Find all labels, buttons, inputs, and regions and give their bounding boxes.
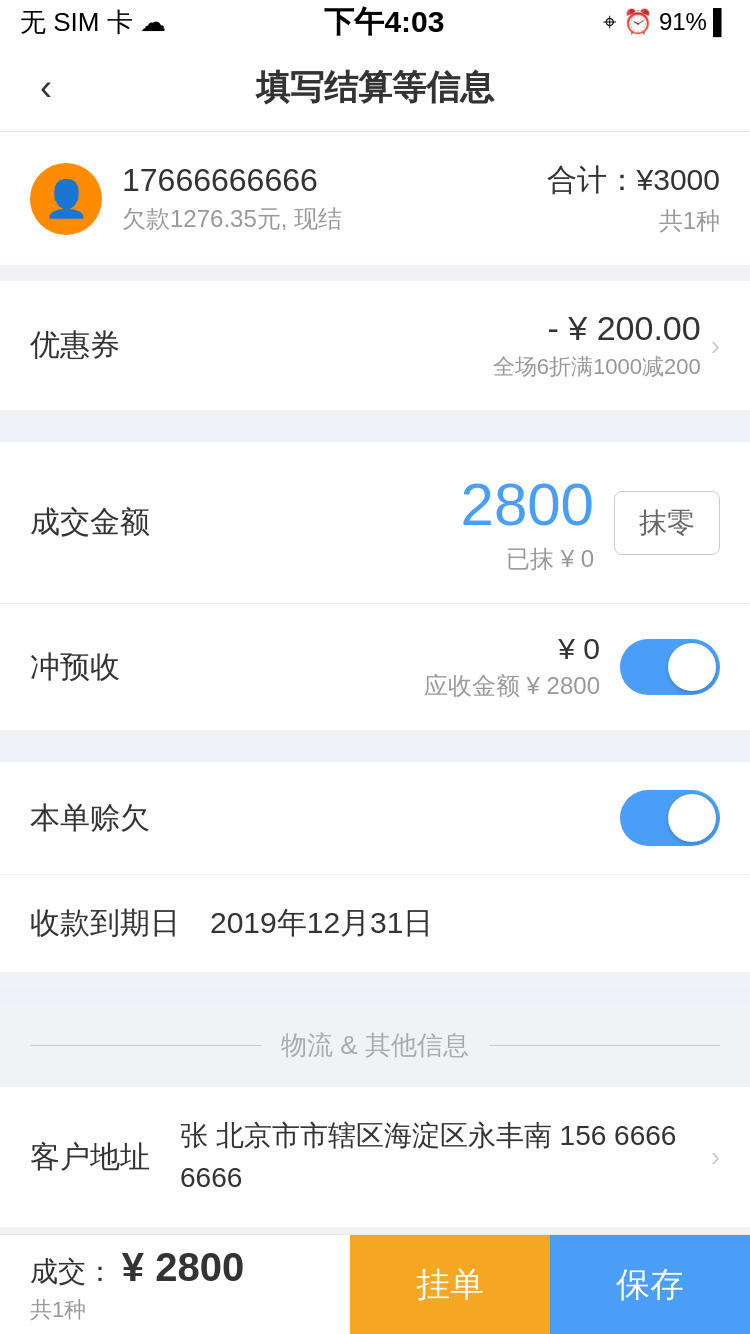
coupon-discount: - ¥ 200.00 — [493, 309, 701, 348]
logistics-separator: 物流 & 其他信息 — [0, 1004, 750, 1087]
section-divider-1 — [0, 426, 750, 442]
coupon-value: - ¥ 200.00 全场6折满1000减200 — [493, 309, 701, 382]
due-date-label: 收款到期日 2019年12月31日 — [30, 903, 433, 944]
content: 👤 17666666666 欠款1276.35元, 现结 合计：¥3000 共1… — [0, 132, 750, 1334]
nav-bar: ‹ 填写结算等信息 — [0, 44, 750, 132]
bottom-deal-label: 成交： — [30, 1256, 114, 1287]
deal-amount-sub: 已抹 ¥ 0 — [461, 543, 594, 575]
deal-amount-section: 成交金额 2800 已抹 ¥ 0 抹零 冲预收 ¥ 0 应收金额 ¥ 2800 — [0, 442, 750, 730]
section-divider-2 — [0, 746, 750, 762]
sim-status: 无 SIM 卡 ☁ — [20, 5, 166, 40]
credit-row: 本单赊欠 — [0, 762, 750, 875]
page-title: 填写结算等信息 — [256, 65, 494, 111]
coupon-row[interactable]: 优惠券 - ¥ 200.00 全场6折满1000减200 › — [0, 281, 750, 410]
logistics-label: 物流 & 其他信息 — [281, 1028, 469, 1063]
prepayment-row: 冲预收 ¥ 0 应收金额 ¥ 2800 — [0, 604, 750, 730]
toggle-knob — [668, 643, 716, 691]
sep-line-left — [30, 1045, 261, 1046]
credit-toggle[interactable] — [620, 790, 720, 846]
customer-right: 合计：¥3000 共1种 — [547, 160, 720, 237]
address-label: 客户地址 — [30, 1137, 150, 1178]
credit-label: 本单赊欠 — [30, 798, 150, 839]
alarm-icon: ⏰ — [623, 8, 653, 36]
back-button[interactable]: ‹ — [30, 57, 62, 119]
status-time: 下午4:03 — [324, 2, 444, 43]
bottom-deal-amount: ¥ 2800 — [122, 1245, 244, 1289]
bottom-info: 成交： ¥ 2800 共1种 — [0, 1235, 350, 1334]
deal-amount-value: 2800 — [461, 470, 594, 539]
section-divider-3 — [0, 988, 750, 1004]
address-chevron-icon: › — [711, 1141, 720, 1173]
location-icon: ⌖ — [603, 8, 617, 36]
total-count: 共1种 — [547, 205, 720, 237]
avatar-icon: 👤 — [44, 178, 89, 220]
prepayment-sub: 应收金额 ¥ 2800 — [424, 670, 600, 702]
due-date-row: 收款到期日 2019年12月31日 — [0, 875, 750, 972]
deal-amount-row: 成交金额 2800 已抹 ¥ 0 抹零 — [0, 442, 750, 604]
status-right: ⌖ ⏰ 91% ▌ — [603, 8, 730, 36]
customer-info: 17666666666 欠款1276.35元, 现结 — [122, 162, 342, 235]
bottom-deal-row: 成交： ¥ 2800 — [30, 1245, 320, 1291]
deal-amount-label: 成交金额 — [30, 502, 150, 543]
coupon-right: - ¥ 200.00 全场6折满1000减200 › — [493, 309, 720, 382]
bottom-bar: 成交： ¥ 2800 共1种 挂单 保存 — [0, 1234, 750, 1334]
address-value: 张 北京市市辖区海淀区永丰南 156 6666 6666 — [180, 1115, 711, 1199]
avatar: 👤 — [30, 163, 102, 235]
credit-right — [620, 790, 720, 846]
customer-phone: 17666666666 — [122, 162, 342, 199]
prepayment-label: 冲预收 — [30, 647, 120, 688]
bottom-count: 共1种 — [30, 1295, 320, 1325]
prepayment-right: ¥ 0 应收金额 ¥ 2800 — [424, 632, 720, 702]
status-bar: 无 SIM 卡 ☁ 下午4:03 ⌖ ⏰ 91% ▌ — [0, 0, 750, 44]
customer-left: 👤 17666666666 欠款1276.35元, 现结 — [30, 162, 342, 235]
battery-level: 91% — [659, 8, 707, 36]
customer-debt: 欠款1276.35元, 现结 — [122, 203, 342, 235]
round-zero-button[interactable]: 抹零 — [614, 491, 720, 555]
coupon-description: 全场6折满1000减200 — [493, 352, 701, 382]
sep-line-right — [489, 1045, 720, 1046]
credit-section: 本单赊欠 收款到期日 2019年12月31日 — [0, 762, 750, 972]
hold-order-button[interactable]: 挂单 — [350, 1235, 550, 1334]
prepayment-value-area: ¥ 0 应收金额 ¥ 2800 — [424, 632, 600, 702]
due-date-value: 2019年12月31日 — [210, 906, 433, 939]
customer-card: 👤 17666666666 欠款1276.35元, 现结 合计：¥3000 共1… — [0, 132, 750, 265]
deal-amount-right: 2800 已抹 ¥ 0 抹零 — [461, 470, 720, 575]
bottom-actions: 挂单 保存 — [350, 1235, 750, 1334]
coupon-label: 优惠券 — [30, 325, 120, 366]
prepayment-amount: ¥ 0 — [424, 632, 600, 666]
address-row[interactable]: 客户地址 张 北京市市辖区海淀区永丰南 156 6666 6666 › — [0, 1087, 750, 1227]
prepayment-toggle[interactable] — [620, 639, 720, 695]
total-amount: 合计：¥3000 — [547, 160, 720, 201]
credit-toggle-knob — [668, 794, 716, 842]
coupon-chevron-icon: › — [711, 330, 720, 362]
status-left: 无 SIM 卡 ☁ — [20, 5, 166, 40]
save-button[interactable]: 保存 — [550, 1235, 750, 1334]
battery-icon: ▌ — [713, 8, 730, 36]
